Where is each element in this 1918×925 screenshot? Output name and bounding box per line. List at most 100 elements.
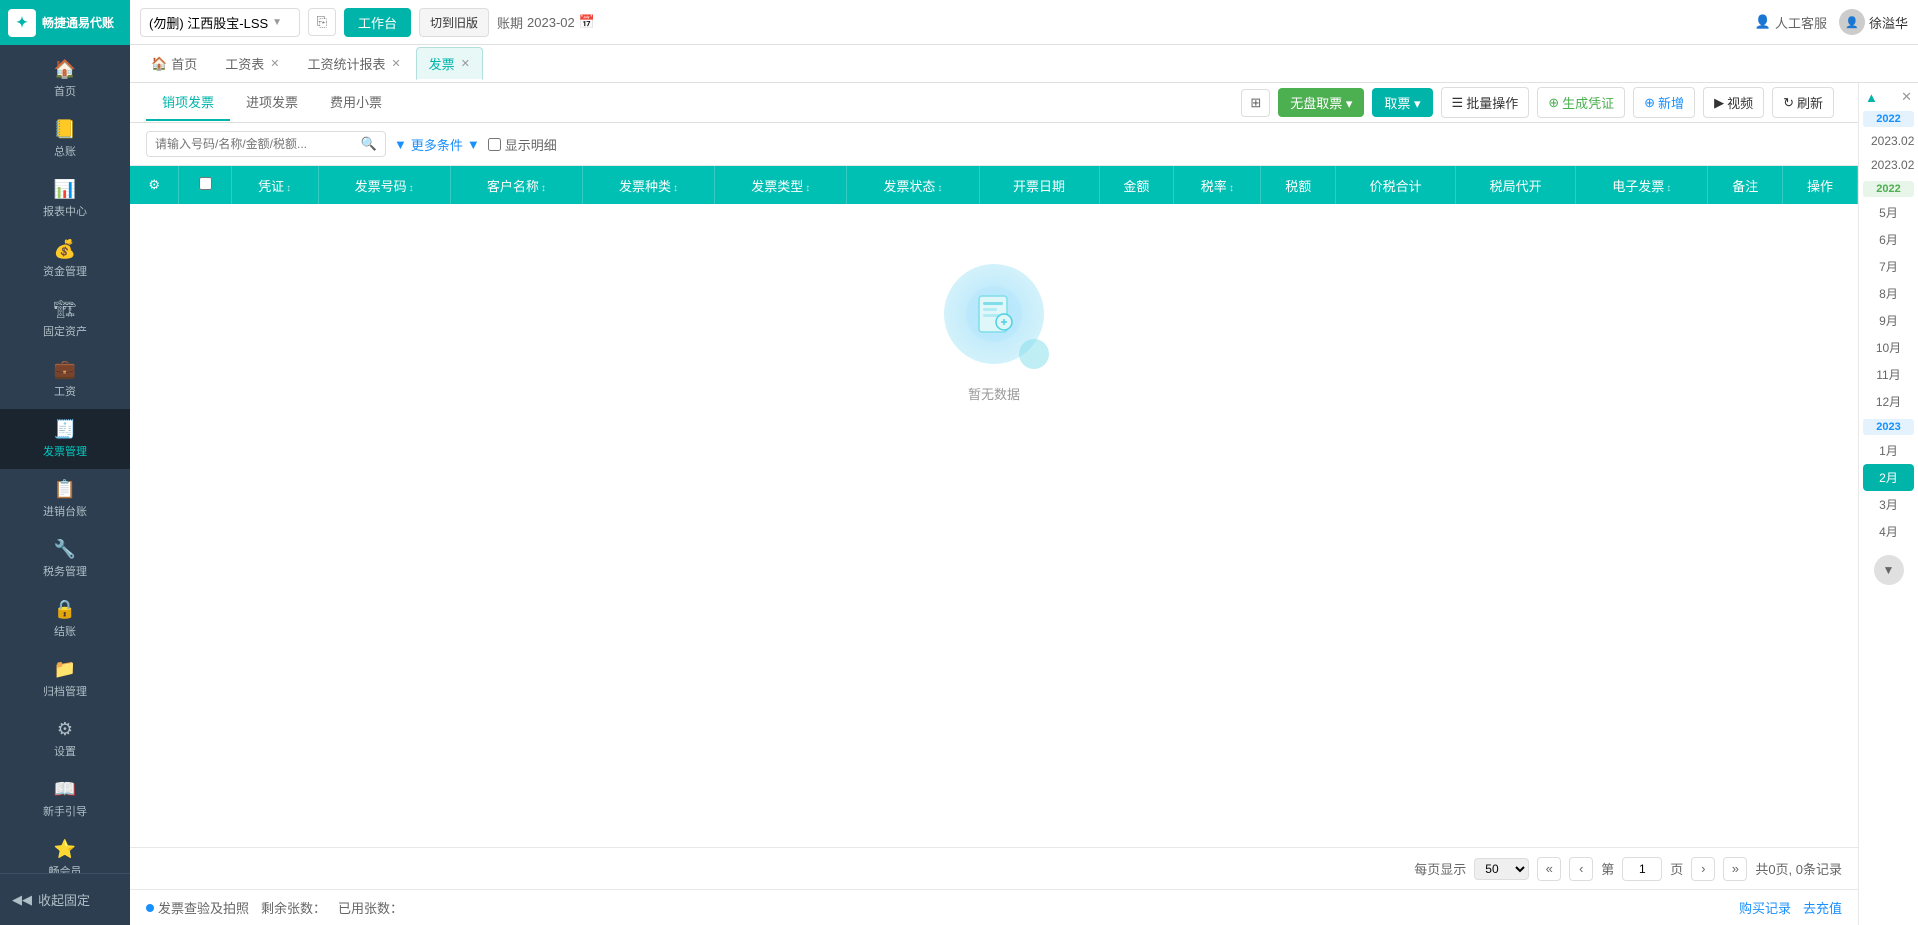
month-4[interactable]: 4月 <box>1863 518 1914 545</box>
month-5[interactable]: 5月 <box>1863 199 1914 226</box>
video-icon: ▶ <box>1714 95 1724 111</box>
batch-op-button[interactable]: ☰ 批量操作 <box>1441 87 1530 118</box>
sidebar-item-new-user[interactable]: 📖新手引导 <box>0 769 130 829</box>
sidebar-item-close-accounts[interactable]: 🔒结账 <box>0 589 130 649</box>
month-12[interactable]: 12月 <box>1863 388 1914 415</box>
salary-tab-label: 工资表 <box>225 54 264 73</box>
guide-icon: 📖 <box>54 779 76 800</box>
cust-sort-icon: ↕ <box>541 183 546 194</box>
filter-button[interactable]: ▼ 更多条件 ▼ <box>394 135 480 154</box>
date-period-2023-02-2[interactable]: 2023.02 <box>1863 153 1914 177</box>
first-page-btn[interactable]: « <box>1537 857 1561 881</box>
col-tax-code[interactable]: 税局代开 <box>1456 166 1576 204</box>
detail-checkbox-input[interactable] <box>488 138 501 151</box>
ticket-button[interactable]: 取票 ▾ <box>1372 88 1432 117</box>
page-input[interactable] <box>1622 857 1662 881</box>
col-invoice-status[interactable]: 发票状态↕ <box>847 166 979 204</box>
sub-tab-expense[interactable]: 费用小票 <box>314 84 398 121</box>
recharge-link[interactable]: 去充值 <box>1803 898 1842 917</box>
sidebar-item-tax-mgmt[interactable]: 🔧税务管理 <box>0 529 130 589</box>
generate-cert-button[interactable]: ⊕ 生成凭证 <box>1537 87 1625 118</box>
month-3[interactable]: 3月 <box>1863 491 1914 518</box>
salary-stats-tab-close[interactable]: ✕ <box>391 57 400 70</box>
date-period-2023-02-1[interactable]: 2023.02 <box>1863 129 1914 153</box>
sidebar-item-sales-ledger[interactable]: 📋进销台账 <box>0 469 130 529</box>
scroll-down-btn[interactable]: ▼ <box>1874 555 1904 585</box>
month-1[interactable]: 1月 <box>1863 437 1914 464</box>
sidebar-item-reports[interactable]: 📊报表中心 <box>0 169 130 229</box>
show-detail-checkbox[interactable]: 显示明细 <box>488 135 557 154</box>
sidebar-item-general-ledger[interactable]: 📒总账 <box>0 109 130 169</box>
page-size-select[interactable]: 50 20 100 <box>1474 858 1529 880</box>
next-page-btn[interactable]: › <box>1691 857 1715 881</box>
last-page-btn[interactable]: » <box>1723 857 1747 881</box>
collapse-btn[interactable]: ◀◀ 收起固定 <box>4 882 126 917</box>
sub-tab-sales[interactable]: 销项发票 <box>146 84 230 121</box>
col-settings[interactable]: ⚙ <box>130 166 179 204</box>
sidebar-item-fixed-assets[interactable]: 🏗固定资产 <box>0 289 130 349</box>
copy-button[interactable]: ⎘ <box>308 8 336 36</box>
year-2022-months: 2022 <box>1863 181 1914 197</box>
invoice-tab-label: 发票 <box>429 54 455 73</box>
col-tax-total[interactable]: 价税合计 <box>1336 166 1456 204</box>
col-amount[interactable]: 金额 <box>1099 166 1174 204</box>
month-6[interactable]: 6月 <box>1863 226 1914 253</box>
col-check[interactable] <box>179 166 231 204</box>
home-tab-icon: 🏠 <box>151 56 167 72</box>
select-all-checkbox[interactable] <box>199 177 212 190</box>
tab-home[interactable]: 🏠 首页 <box>138 47 210 80</box>
col-e-invoice[interactable]: 电子发票↕ <box>1576 166 1708 204</box>
invoice-tab-close[interactable]: ✕ <box>461 57 470 70</box>
sidebar-label-reports: 报表中心 <box>43 203 87 219</box>
no-ticket-button[interactable]: 无盘取票 ▾ <box>1278 88 1364 117</box>
month-2-active[interactable]: 2月 <box>1863 464 1914 491</box>
sidebar-item-archive[interactable]: 📁归档管理 <box>0 649 130 709</box>
sidebar-label-invoice: 发票管理 <box>43 443 87 459</box>
sidebar-item-funds[interactable]: 💰资金管理 <box>0 229 130 289</box>
grid-settings-button[interactable]: ⊞ <box>1241 89 1270 117</box>
tab-invoice[interactable]: 发票 ✕ <box>416 47 483 80</box>
video-button[interactable]: ▶ 视频 <box>1703 87 1764 118</box>
new-button[interactable]: ⊕ 新增 <box>1633 87 1695 118</box>
col-tax-rate[interactable]: 税率↕ <box>1174 166 1261 204</box>
month-8[interactable]: 8月 <box>1863 280 1914 307</box>
sidebar-item-membership[interactable]: ⭐畅会员 <box>0 829 130 873</box>
invoice-table: ⚙ 凭证↕ 发票号码↕ 客户名称↕ 发票种类↕ 发票类型↕ 发票状态↕ 开票日期… <box>130 166 1858 204</box>
sidebar-item-salary[interactable]: 💼工资 <box>0 349 130 409</box>
refresh-button[interactable]: ↻ 刷新 <box>1772 87 1834 118</box>
company-selector[interactable]: (勿删) 江西股宝-LSS ▼ <box>140 8 300 37</box>
company-name: (勿删) 江西股宝-LSS <box>149 13 268 32</box>
user-avatar: 👤 <box>1839 9 1865 35</box>
col-cert[interactable]: 凭证↕ <box>231 166 318 204</box>
purchase-history-link[interactable]: 购买记录 <box>1739 898 1791 917</box>
col-remark: 备注 <box>1708 166 1783 204</box>
salary-tab-close[interactable]: ✕ <box>270 57 279 70</box>
month-11[interactable]: 11月 <box>1863 361 1914 388</box>
col-invoice-type[interactable]: 发票种类↕ <box>582 166 714 204</box>
customer-service[interactable]: 👤 人工客服 <box>1755 13 1827 32</box>
tab-salary-table[interactable]: 工资表 ✕ <box>212 47 292 80</box>
sidebar-item-settings[interactable]: ⚙设置 <box>0 709 130 769</box>
sales-icon: 📋 <box>54 479 76 500</box>
workspace-button[interactable]: 工作台 <box>344 8 411 37</box>
col-invoice-cat[interactable]: 发票类型↕ <box>715 166 847 204</box>
sidebar-item-home[interactable]: 🏠首页 <box>0 49 130 109</box>
panel-close-icon[interactable]: ✕ <box>1901 89 1912 105</box>
col-invoice-no[interactable]: 发票号码↕ <box>318 166 450 204</box>
col-customer[interactable]: 客户名称↕ <box>450 166 582 204</box>
user-info[interactable]: 👤 徐溢华 <box>1839 9 1908 35</box>
expand-up-icon[interactable]: ▲ <box>1865 90 1878 105</box>
sidebar: ✦ 畅捷通易代账 🏠首页 📒总账 📊报表中心 💰资金管理 🏗固定资产 💼工资 🧾… <box>0 0 130 925</box>
month-10[interactable]: 10月 <box>1863 334 1914 361</box>
detail-label: 显示明细 <box>505 135 557 154</box>
tab-salary-stats[interactable]: 工资统计报表 ✕ <box>294 47 413 80</box>
month-7[interactable]: 7月 <box>1863 253 1914 280</box>
prev-page-btn[interactable]: ‹ <box>1569 857 1593 881</box>
sub-tab-purchase[interactable]: 进项发票 <box>230 84 314 121</box>
sidebar-item-invoice-mgmt[interactable]: 🧾发票管理 <box>0 409 130 469</box>
search-input[interactable] <box>155 137 357 151</box>
month-9[interactable]: 9月 <box>1863 307 1914 334</box>
col-issue-date[interactable]: 开票日期 <box>979 166 1099 204</box>
switch-version-button[interactable]: 切到旧版 <box>419 8 489 37</box>
col-tax[interactable]: 税额 <box>1261 166 1336 204</box>
